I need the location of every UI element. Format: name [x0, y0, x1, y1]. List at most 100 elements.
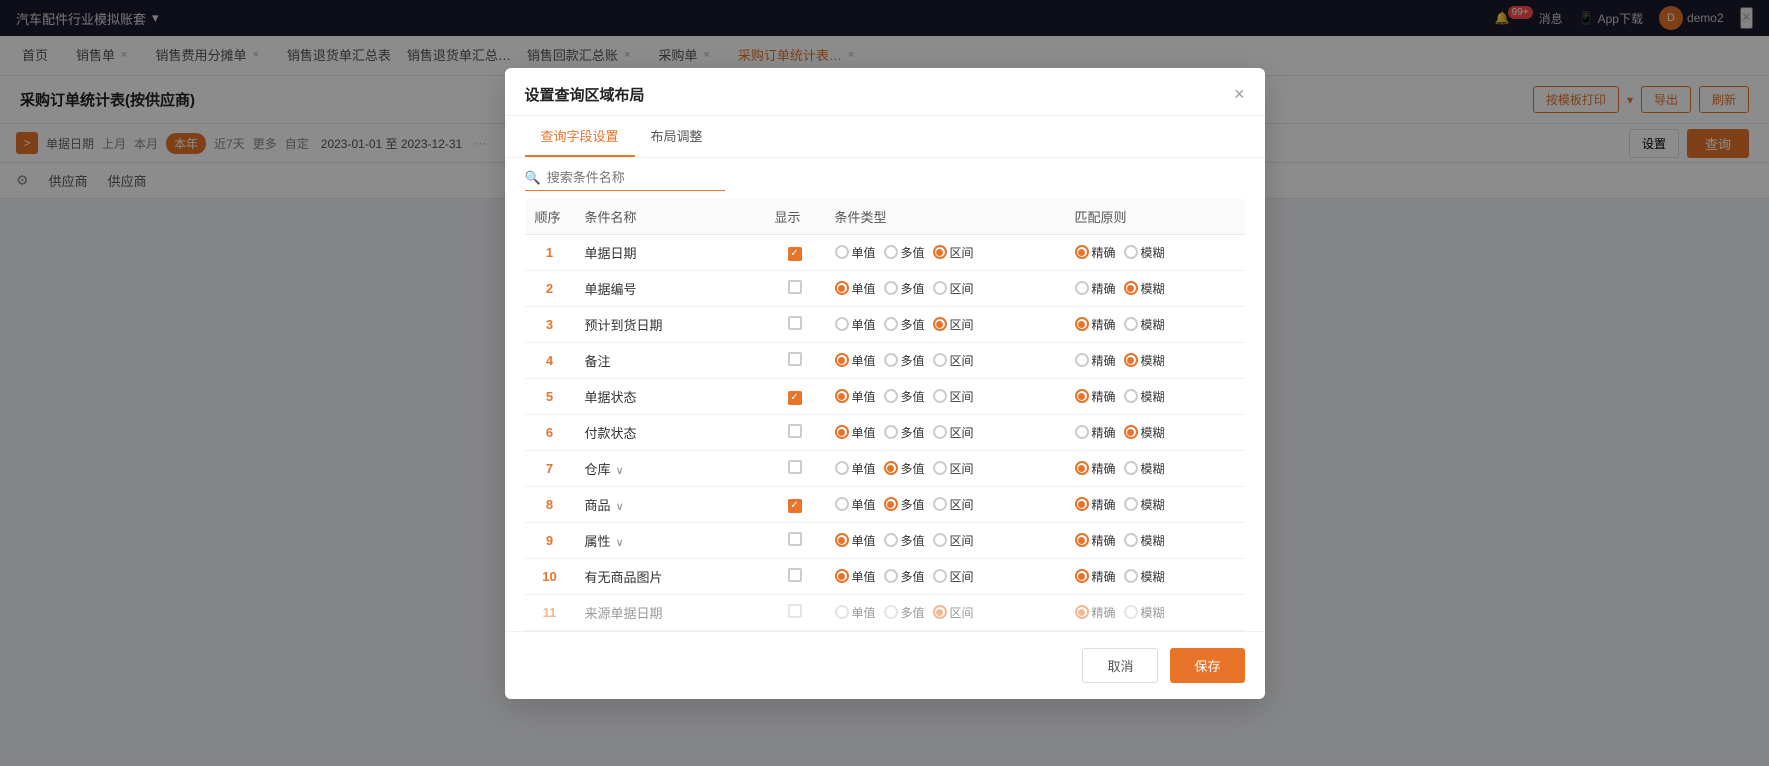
type-radio-区间[interactable]: 区间	[933, 388, 974, 405]
match-radio-精确[interactable]: 精确	[1075, 280, 1116, 297]
show-checkbox[interactable]	[788, 391, 802, 405]
cell-match: 精确模糊	[1065, 342, 1245, 378]
modal-tab-layout[interactable]: 布局调整	[635, 116, 719, 157]
radio-circle	[1075, 425, 1089, 439]
type-radio-区间[interactable]: 区间	[933, 532, 974, 549]
type-radio-单值[interactable]: 单值	[835, 424, 876, 441]
radio-circle	[835, 425, 849, 439]
type-radio-多值[interactable]: 多值	[884, 316, 925, 333]
save-button[interactable]: 保存	[1170, 648, 1244, 683]
show-checkbox[interactable]	[788, 532, 802, 546]
radio-label: 精确	[1092, 460, 1116, 477]
show-checkbox[interactable]	[788, 499, 802, 513]
type-radio-多值[interactable]: 多值	[884, 460, 925, 477]
show-checkbox[interactable]	[788, 460, 802, 474]
radio-circle	[1124, 605, 1138, 619]
show-checkbox[interactable]	[788, 604, 802, 618]
modal-tabs: 查询字段设置 布局调整	[505, 116, 1265, 158]
table-row: 11来源单据日期单值多值区间精确模糊	[525, 594, 1245, 630]
show-checkbox[interactable]	[788, 568, 802, 582]
match-radio-精确[interactable]: 精确	[1075, 460, 1116, 477]
type-radio-单值[interactable]: 单值	[835, 532, 876, 549]
match-radio-精确[interactable]: 精确	[1075, 424, 1116, 441]
show-checkbox[interactable]	[788, 316, 802, 330]
match-radio-模糊[interactable]: 模糊	[1124, 316, 1165, 333]
match-radio-模糊[interactable]: 模糊	[1124, 460, 1165, 477]
cell-show	[765, 414, 825, 450]
match-radio-精确[interactable]: 精确	[1075, 568, 1116, 585]
match-radio-精确[interactable]: 精确	[1075, 352, 1116, 369]
radio-label: 模糊	[1141, 568, 1165, 585]
type-radio-区间[interactable]: 区间	[933, 244, 974, 261]
type-radio-单值[interactable]: 单值	[835, 352, 876, 369]
type-radio-区间[interactable]: 区间	[933, 280, 974, 297]
chevron-down-icon[interactable]: ∨	[613, 465, 624, 477]
type-radio-单值[interactable]: 单值	[835, 568, 876, 585]
match-radio-模糊[interactable]: 模糊	[1124, 424, 1165, 441]
radio-circle	[884, 497, 898, 511]
type-radio-多值[interactable]: 多值	[884, 568, 925, 585]
type-radio-单值[interactable]: 单值	[835, 496, 876, 513]
type-radio-单值[interactable]: 单值	[835, 604, 876, 621]
type-radio-多值[interactable]: 多值	[884, 532, 925, 549]
type-radio-多值[interactable]: 多值	[884, 280, 925, 297]
type-radio-多值[interactable]: 多值	[884, 604, 925, 621]
type-radio-区间[interactable]: 区间	[933, 352, 974, 369]
chevron-down-icon[interactable]: ∨	[613, 501, 624, 513]
match-radio-精确[interactable]: 精确	[1075, 604, 1116, 621]
type-radio-单值[interactable]: 单值	[835, 316, 876, 333]
show-checkbox[interactable]	[788, 424, 802, 438]
cell-type: 单值多值区间	[825, 270, 1065, 306]
radio-label: 精确	[1092, 568, 1116, 585]
show-checkbox[interactable]	[788, 247, 802, 261]
radio-label: 精确	[1092, 352, 1116, 369]
type-radio-区间[interactable]: 区间	[933, 568, 974, 585]
cell-match: 精确模糊	[1065, 306, 1245, 342]
cell-order: 10	[525, 558, 575, 594]
type-radio-单值[interactable]: 单值	[835, 388, 876, 405]
cell-name: 仓库 ∨	[575, 450, 765, 486]
type-radio-单值[interactable]: 单值	[835, 460, 876, 477]
radio-label: 模糊	[1141, 280, 1165, 297]
match-radio-模糊[interactable]: 模糊	[1124, 388, 1165, 405]
match-radio-模糊[interactable]: 模糊	[1124, 352, 1165, 369]
match-radio-精确[interactable]: 精确	[1075, 388, 1116, 405]
type-radio-多值[interactable]: 多值	[884, 496, 925, 513]
type-radio-区间[interactable]: 区间	[933, 604, 974, 621]
search-input[interactable]	[547, 170, 707, 185]
match-radio-模糊[interactable]: 模糊	[1124, 280, 1165, 297]
type-radio-区间[interactable]: 区间	[933, 460, 974, 477]
type-radio-多值[interactable]: 多值	[884, 352, 925, 369]
match-radio-精确[interactable]: 精确	[1075, 532, 1116, 549]
radio-label: 单值	[852, 352, 876, 369]
modal-close-button[interactable]: ×	[1234, 85, 1245, 103]
radio-label: 精确	[1092, 316, 1116, 333]
radio-label: 精确	[1092, 280, 1116, 297]
cancel-button[interactable]: 取消	[1082, 648, 1158, 683]
match-radio-模糊[interactable]: 模糊	[1124, 532, 1165, 549]
match-radio-模糊[interactable]: 模糊	[1124, 604, 1165, 621]
match-radio-精确[interactable]: 精确	[1075, 496, 1116, 513]
type-radio-单值[interactable]: 单值	[835, 280, 876, 297]
modal-tab-fields[interactable]: 查询字段设置	[525, 116, 635, 157]
type-radio-多值[interactable]: 多值	[884, 424, 925, 441]
match-radio-模糊[interactable]: 模糊	[1124, 244, 1165, 261]
show-checkbox[interactable]	[788, 352, 802, 366]
match-radio-模糊[interactable]: 模糊	[1124, 568, 1165, 585]
radio-circle	[933, 353, 947, 367]
cell-name: 来源单据日期	[575, 594, 765, 630]
chevron-down-icon[interactable]: ∨	[613, 537, 624, 549]
match-radio-精确[interactable]: 精确	[1075, 316, 1116, 333]
show-checkbox[interactable]	[788, 280, 802, 294]
type-radio-区间[interactable]: 区间	[933, 424, 974, 441]
type-radio-多值[interactable]: 多值	[884, 244, 925, 261]
match-radio-精确[interactable]: 精确	[1075, 244, 1116, 261]
match-radio-模糊[interactable]: 模糊	[1124, 496, 1165, 513]
table-row: 8商品 ∨单值多值区间精确模糊	[525, 486, 1245, 522]
cell-match: 精确模糊	[1065, 594, 1245, 630]
type-radio-多值[interactable]: 多值	[884, 388, 925, 405]
radio-circle	[933, 533, 947, 547]
type-radio-单值[interactable]: 单值	[835, 244, 876, 261]
type-radio-区间[interactable]: 区间	[933, 496, 974, 513]
type-radio-区间[interactable]: 区间	[933, 316, 974, 333]
